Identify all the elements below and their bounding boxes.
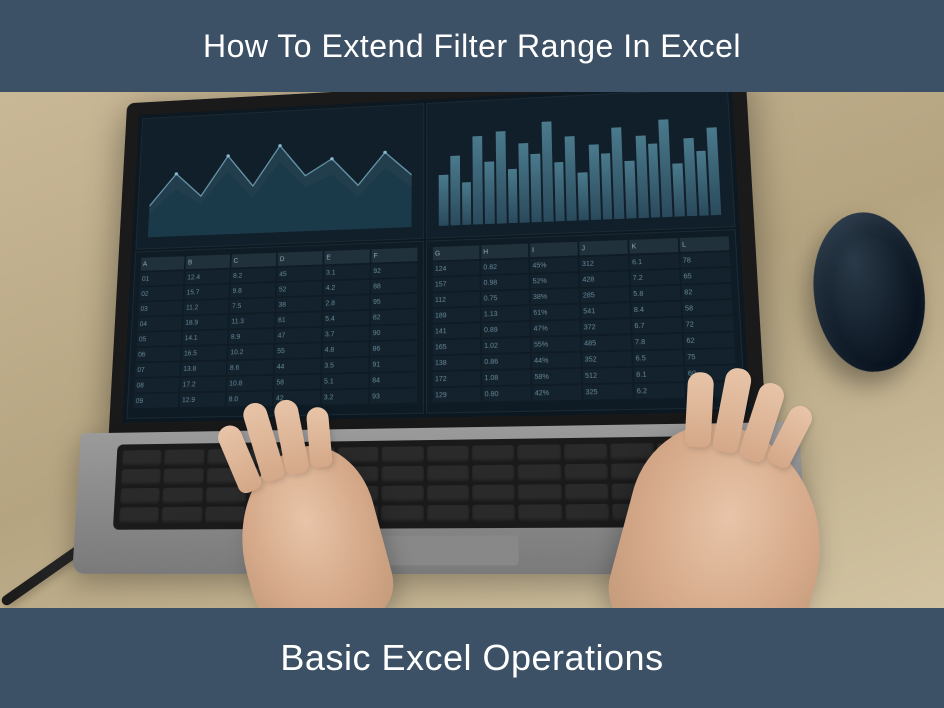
bar-chart: [439, 100, 722, 226]
footer-banner: Basic Excel Operations: [0, 608, 944, 708]
hero-photo: ABCDEF 0112.48.2453.192 0215.79.8524.288…: [0, 92, 944, 608]
header-title: How To Extend Filter Range In Excel: [203, 28, 741, 65]
laptop-screen: ABCDEF 0112.48.2453.192 0215.79.8524.288…: [109, 92, 767, 437]
area-chart: [148, 116, 412, 238]
area-chart-panel: [135, 103, 424, 250]
data-grid-left: ABCDEF 0112.48.2453.192 0215.79.8524.288…: [126, 241, 424, 419]
screen-dashboard: ABCDEF 0112.48.2453.192 0215.79.8524.288…: [122, 92, 750, 423]
header-banner: How To Extend Filter Range In Excel: [0, 0, 944, 92]
footer-title: Basic Excel Operations: [280, 637, 663, 679]
bar-chart-panel: [426, 92, 735, 239]
